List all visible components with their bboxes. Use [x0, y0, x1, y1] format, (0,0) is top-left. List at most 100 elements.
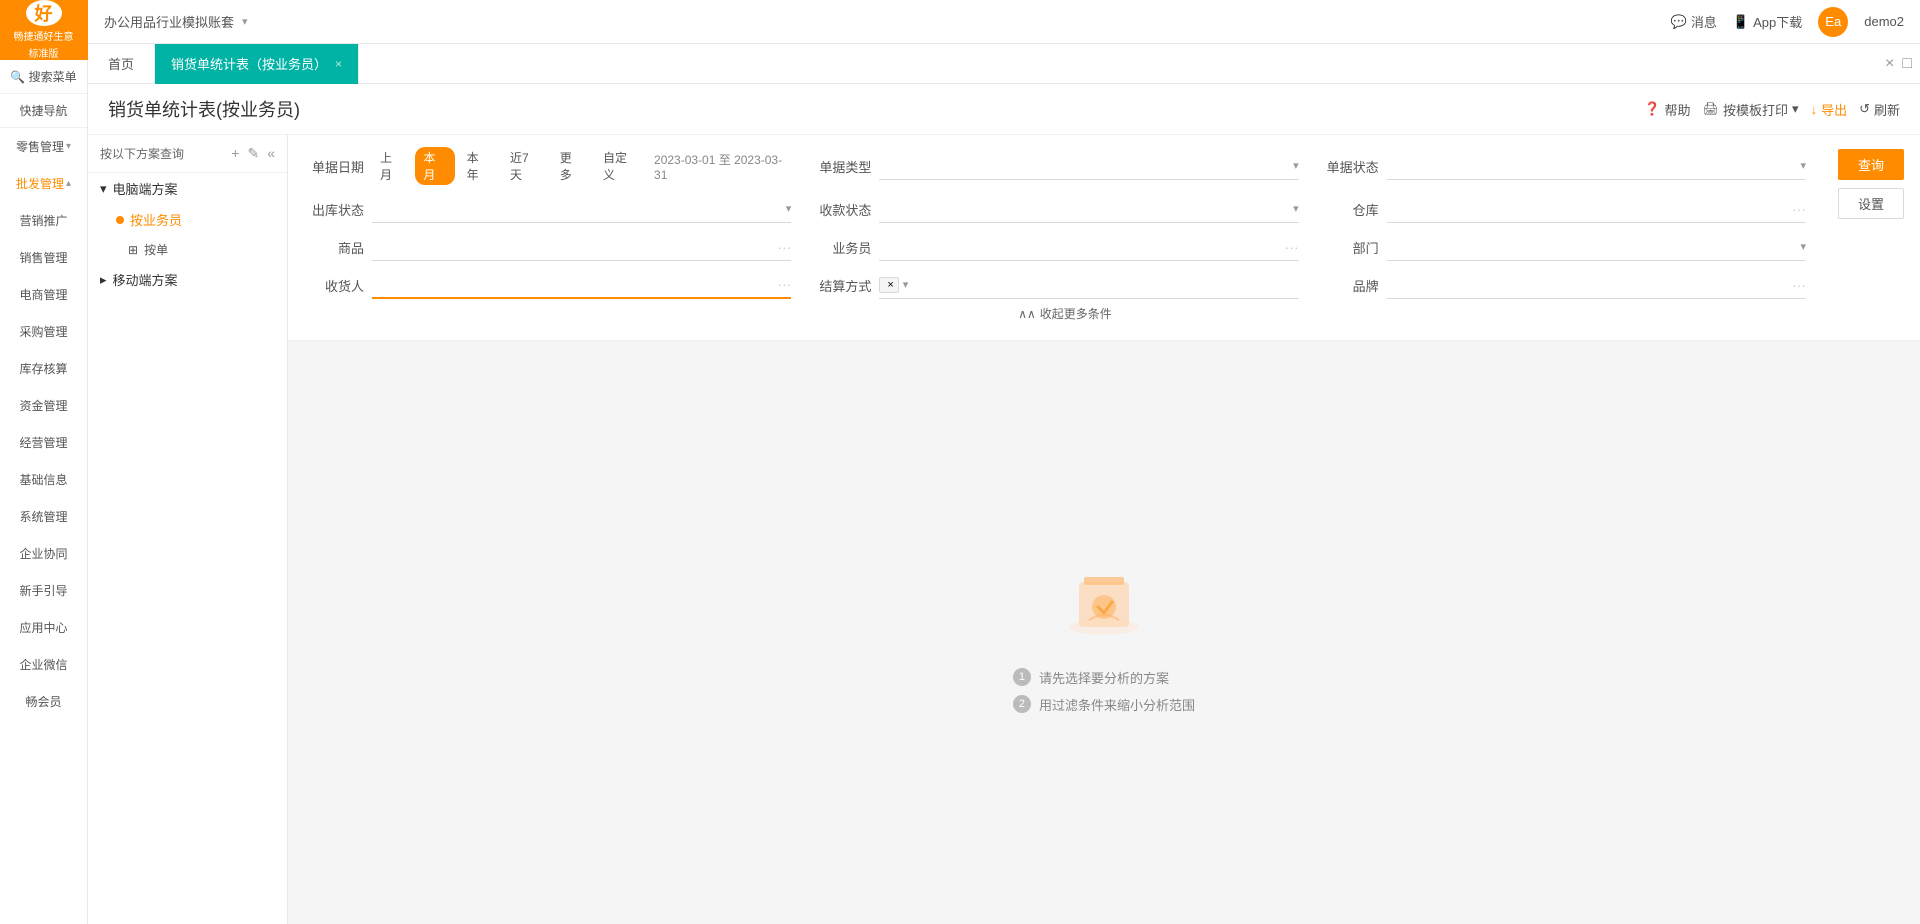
tab-home-label: 首页 [108, 54, 134, 73]
avatar[interactable]: Ea [1818, 7, 1848, 37]
date-btn-this-month[interactable]: 本月 [415, 147, 454, 185]
filter-warehouse-cell: 仓库 ··· [1319, 195, 1826, 223]
chevron-down-icon: ▾ [66, 141, 71, 152]
left-panel-title: 按以下方案查询 [100, 145, 184, 162]
message-icon: 💬 [1671, 14, 1687, 30]
sidebar-item-newbie[interactable]: 新手引导 [0, 572, 87, 609]
filter-product-cell: 商品 ··· [304, 233, 811, 261]
left-panel-header: 按以下方案查询 + ✎ « [88, 135, 287, 173]
settings-button[interactable]: 设置 [1838, 188, 1904, 219]
brand-control[interactable]: ··· [1387, 271, 1806, 299]
sidebar-item-appcenter[interactable]: 应用中心 [0, 609, 87, 646]
date-btn-more[interactable]: 更多 [552, 147, 591, 185]
refresh-button[interactable]: ↺ 刷新 [1859, 100, 1900, 119]
sidebar-item-member[interactable]: 畅会员 [0, 683, 87, 720]
sidebar-item-finance[interactable]: 资金管理 [0, 387, 87, 424]
refresh-icon: ↺ [1859, 101, 1870, 117]
ship-control[interactable]: ▾ [372, 195, 791, 223]
receiver-control[interactable]: ··· [372, 271, 791, 299]
warehouse-label: 仓库 [1319, 200, 1379, 219]
sidebar-item-marketing[interactable]: 营销推广 [0, 202, 87, 239]
sidebar-item-enterprise[interactable]: 企业协同 [0, 535, 87, 572]
tabs-bar: 首页 销货单统计表（按业务员） × × □ [88, 44, 1920, 84]
warehouse-dots-icon: ··· [1792, 201, 1806, 217]
top-header: 办公用品行业模拟账套 ▾ 💬 消息 📱 App下载 Ea demo2 [88, 0, 1920, 44]
edit-scheme-icon[interactable]: ✎ [247, 145, 259, 162]
tree-order-item[interactable]: ⊞ 按单 [88, 235, 287, 264]
filter-department-cell: 部门 ▾ [1319, 233, 1826, 261]
print-dropdown-icon[interactable]: ▾ [1792, 101, 1799, 117]
export-label: 导出 [1821, 100, 1847, 119]
sidebar-item-management[interactable]: 经营管理 [0, 424, 87, 461]
collapse-button[interactable]: ∧∧ 收起更多条件 [304, 299, 1826, 328]
tree-active-dot [116, 216, 124, 224]
sidebar-item-ecommerce[interactable]: 电商管理 [0, 276, 87, 313]
sidebar-item-basic[interactable]: 基础信息 [0, 461, 87, 498]
sidebar-item-retail[interactable]: 零售管理 ▾ [0, 128, 87, 165]
date-btn-7days[interactable]: 近7天 [502, 147, 548, 185]
sidebar-item-sales[interactable]: 销售管理 [0, 239, 87, 276]
tip1-text: 请先选择要分析的方案 [1039, 668, 1169, 687]
department-control[interactable]: ▾ [1387, 233, 1806, 261]
tree-order-label: 按单 [144, 241, 168, 258]
tip1-num: 1 [1013, 668, 1031, 686]
tab-active[interactable]: 销货单统计表（按业务员） × [155, 44, 359, 84]
product-control[interactable]: ··· [372, 233, 791, 261]
export-button[interactable]: ↓ 导出 [1811, 100, 1848, 119]
tabs-actions: × □ [1885, 55, 1920, 73]
sidebar-item-search[interactable]: 🔍 搜索菜单 [0, 60, 87, 94]
logo-subtext: 标准版 [29, 45, 59, 60]
left-panel: 按以下方案查询 + ✎ « ▾ 电脑端方案 按业务员 [88, 135, 288, 924]
tab-home[interactable]: 首页 [88, 44, 155, 84]
add-scheme-icon[interactable]: + [231, 145, 239, 162]
tip2-text: 用过滤条件来缩小分析范围 [1039, 695, 1195, 714]
date-btn-last-month[interactable]: 上月 [372, 147, 411, 185]
sidebar-item-wechat-label: 企业微信 [19, 656, 67, 673]
app-download-button[interactable]: 📱 App下载 [1733, 12, 1802, 31]
tab-close-icon[interactable]: × [335, 57, 342, 71]
message-button[interactable]: 💬 消息 [1671, 12, 1717, 31]
empty-illustration [1054, 552, 1154, 652]
warehouse-control[interactable]: ··· [1387, 195, 1806, 223]
collapse-panel-icon[interactable]: « [267, 145, 275, 162]
page-title: 销货单统计表(按业务员) [108, 96, 300, 122]
filter-settlement-cell: 结算方式 × ▾ [811, 271, 1318, 299]
sidebar-item-quicknav[interactable]: 快捷导航 [0, 94, 87, 128]
sidebar-item-inventory[interactable]: 库存核算 [0, 350, 87, 387]
sidebar-item-newbie-label: 新手引导 [19, 582, 67, 599]
sidebar-item-system[interactable]: 系统管理 [0, 498, 87, 535]
tree-salesperson-item[interactable]: 按业务员 [88, 204, 287, 235]
date-btn-custom[interactable]: 自定义 [595, 147, 646, 185]
date-btn-this-year[interactable]: 本年 [459, 147, 498, 185]
filter-ship-cell: 出库状态 ▾ [304, 195, 811, 223]
print-button[interactable]: 🖨 按模板打印 ▾ [1703, 100, 1799, 119]
industry-dropdown-icon[interactable]: ▾ [242, 15, 248, 28]
tab-minimize-icon[interactable]: × [1885, 55, 1894, 73]
status-label: 单据状态 [1319, 157, 1379, 176]
salesperson-control[interactable]: ··· [879, 233, 1298, 261]
query-button[interactable]: 查询 [1838, 149, 1904, 180]
settlement-control[interactable]: × ▾ [879, 271, 1298, 299]
sidebar-item-wholesale-label: 批发管理 [16, 175, 64, 192]
header-left: 办公用品行业模拟账套 ▾ [104, 12, 248, 31]
tab-maximize-icon[interactable]: □ [1902, 55, 1912, 73]
grid-icon: ⊞ [128, 243, 138, 257]
type-control[interactable]: ▾ [879, 152, 1298, 180]
export-icon: ↓ [1811, 102, 1818, 117]
sidebar-item-wechat[interactable]: 企业微信 [0, 646, 87, 683]
filter-action-buttons: 查询 设置 [1826, 147, 1904, 219]
tree-mobile-group[interactable]: ▸ 移动端方案 [88, 264, 287, 295]
ship-label: 出库状态 [304, 200, 364, 219]
sidebar-item-purchase[interactable]: 采购管理 [0, 313, 87, 350]
filter-status-cell: 单据状态 ▾ [1319, 147, 1826, 185]
sidebar-logo: 好 畅捷通好生意 标准版 [0, 0, 88, 60]
ship-dropdown-icon: ▾ [786, 202, 792, 215]
tree-desktop-group[interactable]: ▾ 电脑端方案 [88, 173, 287, 204]
help-button[interactable]: ❓ 帮助 [1644, 100, 1690, 119]
settlement-tag-close[interactable]: × [887, 279, 893, 291]
settlement-dropdown-icon: ▾ [903, 278, 909, 291]
empty-state: 1 请先选择要分析的方案 2 用过滤条件来缩小分析范围 [1013, 552, 1195, 714]
sidebar-item-wholesale[interactable]: 批发管理 ▴ [0, 165, 87, 202]
payment-control[interactable]: ▾ [879, 195, 1298, 223]
status-control[interactable]: ▾ [1387, 152, 1806, 180]
